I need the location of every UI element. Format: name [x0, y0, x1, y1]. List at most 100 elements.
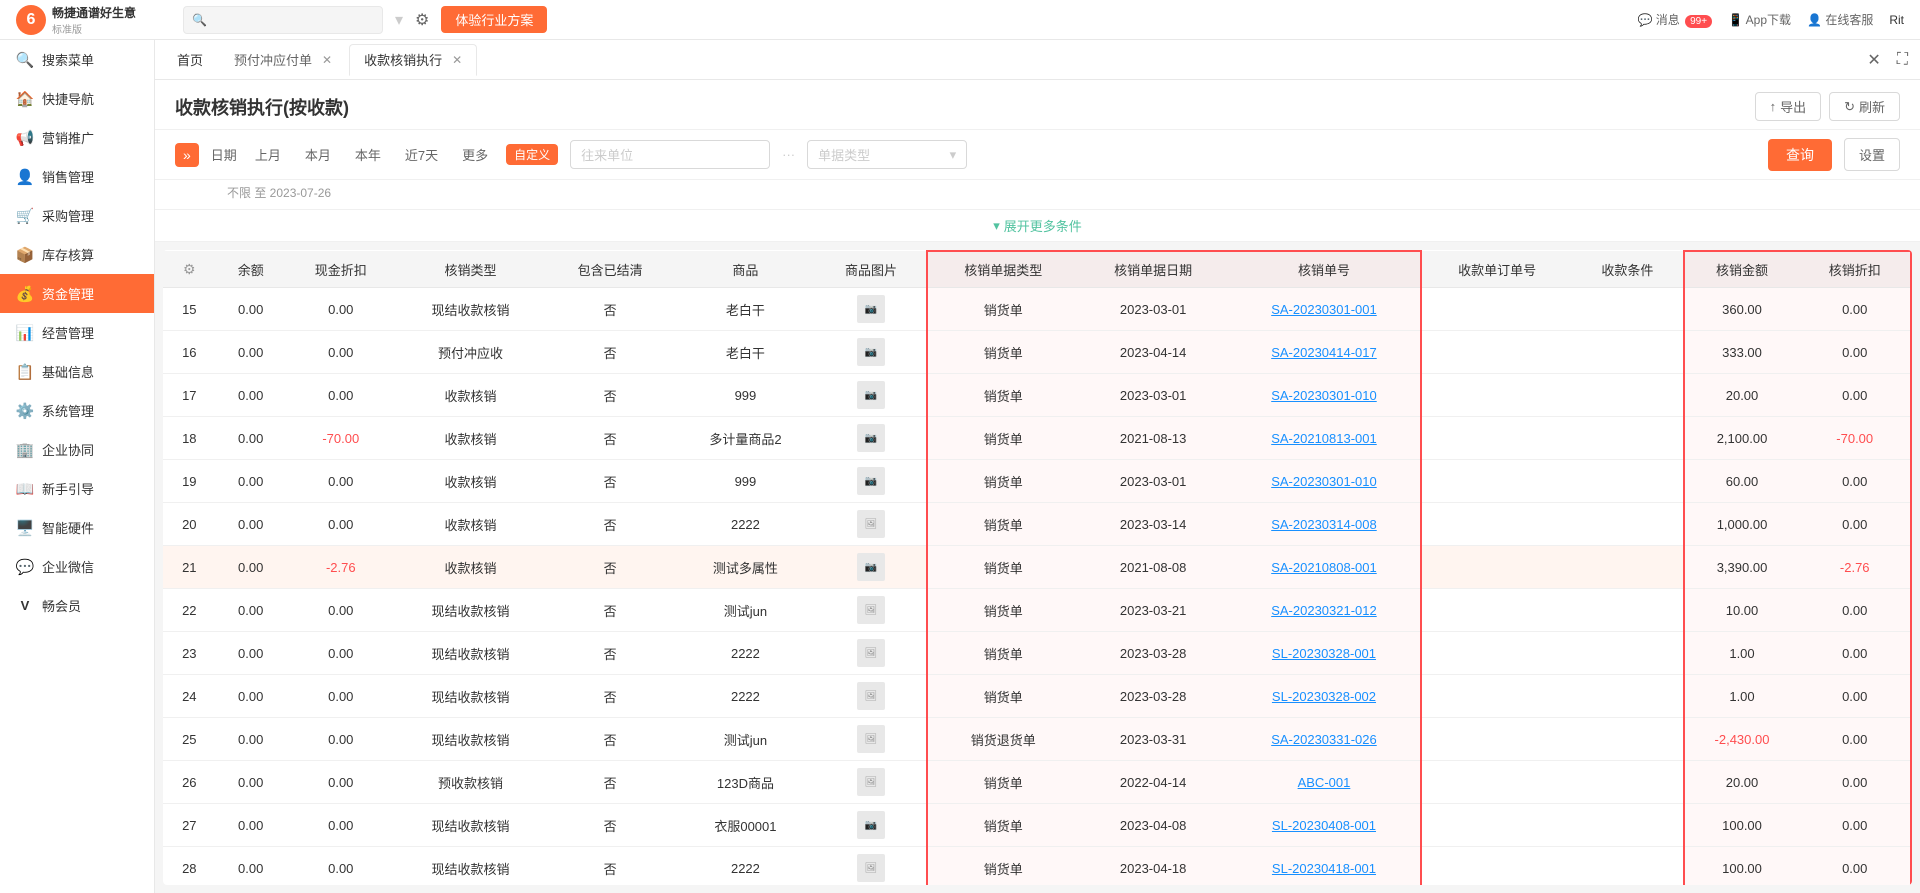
cell-cancel-bill-no[interactable]: SL-20230328-001: [1228, 632, 1421, 675]
settings-icon[interactable]: ⚙: [415, 10, 429, 30]
cell-num: 21: [163, 546, 216, 589]
table-row: 27 0.00 0.00 现结收款核销 否 衣服00001 📷 销货单 2023…: [163, 804, 1911, 847]
cell-product-img: 📷: [816, 460, 927, 503]
sidebar-item-quicknav[interactable]: 🏠 快捷导航: [0, 79, 154, 118]
trial-btn[interactable]: 体验行业方案: [441, 6, 547, 33]
sidebar-item-member[interactable]: V 畅会员: [0, 586, 154, 625]
table-row: 28 0.00 0.00 现结收款核销 否 2222 🖼 销货单 2023-04…: [163, 847, 1911, 886]
cell-cancel-bill-no[interactable]: SA-20230331-026: [1228, 718, 1421, 761]
cell-cancel-bill-no[interactable]: SA-20230414-017: [1228, 331, 1421, 374]
cell-product-img: 🖼: [816, 632, 927, 675]
online-service-link[interactable]: 👤 在线客服: [1807, 11, 1873, 28]
refresh-icon: ↻: [1844, 99, 1855, 115]
cell-product-img: 📷: [816, 417, 927, 460]
cell-num: 16: [163, 331, 216, 374]
tab-home[interactable]: 首页: [163, 44, 217, 76]
filter-custom-btn[interactable]: 自定义: [506, 144, 558, 165]
th-settings[interactable]: ⚙: [163, 251, 216, 288]
filter-more-btn[interactable]: 更多: [456, 143, 494, 166]
cell-cancel-discount: 0.00: [1799, 761, 1911, 804]
cell-cancel-amount: 360.00: [1684, 288, 1800, 331]
tab-expand-btn[interactable]: ⛶: [1893, 47, 1912, 73]
cell-cancel-bill-no[interactable]: SA-20230321-012: [1228, 589, 1421, 632]
cell-receipt-condition: [1572, 503, 1683, 546]
app-download-link[interactable]: 📱 App下载: [1728, 11, 1791, 28]
cell-product: 测试多属性: [675, 546, 816, 589]
filter-this-year-btn[interactable]: 本年: [349, 143, 387, 166]
top-search-bar[interactable]: 🔍: [183, 6, 383, 34]
cell-cancel-bill-no[interactable]: ABC-001: [1228, 761, 1421, 804]
sidebar-label-operations: 经营管理: [42, 323, 94, 342]
sidebar-item-finance[interactable]: 💰 资金管理: [0, 274, 154, 313]
product-thumbnail: 🖼: [857, 510, 885, 538]
tab-receipt[interactable]: 收款核销执行 ✕: [349, 44, 477, 76]
cell-receipt-condition: [1572, 460, 1683, 503]
filter-last7-btn[interactable]: 近7天: [399, 143, 444, 166]
sidebar-item-hardware[interactable]: 🖥️ 智能硬件: [0, 508, 154, 547]
cell-cancel-type: 收款核销: [396, 503, 546, 546]
sidebar-item-wechat[interactable]: 💬 企业微信: [0, 547, 154, 586]
sidebar-item-basic[interactable]: 📋 基础信息: [0, 352, 154, 391]
cell-receipt-order-no: [1421, 374, 1572, 417]
cell-num: 26: [163, 761, 216, 804]
cell-cancel-bill-no[interactable]: SL-20230408-001: [1228, 804, 1421, 847]
sidebar-item-system[interactable]: ⚙️ 系统管理: [0, 391, 154, 430]
expand-more-btn[interactable]: ▾ 展开更多条件: [993, 216, 1082, 235]
cell-cancel-bill-no[interactable]: SA-20230301-010: [1228, 374, 1421, 417]
query-btn[interactable]: 查询: [1768, 139, 1832, 171]
cell-receipt-order-no: [1421, 503, 1572, 546]
tab-home-label: 首页: [177, 50, 203, 69]
cell-cancel-bill-no[interactable]: SA-20230301-001: [1228, 288, 1421, 331]
refresh-btn[interactable]: ↻ 刷新: [1829, 92, 1900, 121]
filter-toggle-btn[interactable]: »: [175, 143, 199, 167]
cell-balance: 0.00: [216, 288, 286, 331]
sidebar-item-search[interactable]: 🔍 搜索菜单: [0, 40, 154, 79]
cell-receipt-condition: [1572, 589, 1683, 632]
cell-include-settled: 否: [545, 331, 675, 374]
cell-cancel-bill-type: 销货单: [927, 589, 1078, 632]
product-thumbnail: 🖼: [857, 768, 885, 796]
cell-cancel-discount: 0.00: [1799, 288, 1911, 331]
column-settings-icon[interactable]: ⚙: [183, 261, 196, 277]
table-area[interactable]: ⚙ 余额 现金折扣 核销类型 包含已结清 商品 商品图片 核销单据类型 核销单据…: [163, 250, 1912, 885]
sidebar-item-purchase[interactable]: 🛒 采购管理: [0, 196, 154, 235]
cell-cancel-bill-no[interactable]: SA-20210813-001: [1228, 417, 1421, 460]
filter-type-select[interactable]: 单据类型 ▾: [807, 140, 967, 169]
filter-unit-input[interactable]: 往来单位: [570, 140, 770, 169]
tab-receipt-close[interactable]: ✕: [452, 53, 462, 67]
th-product: 商品: [675, 251, 816, 288]
sidebar-item-marketing[interactable]: 📢 营销推广: [0, 118, 154, 157]
tab-close-btn[interactable]: ✕: [1863, 46, 1884, 74]
sidebar-label-inventory: 库存核算: [42, 245, 94, 264]
tab-prepay-close[interactable]: ✕: [322, 53, 332, 67]
cell-cancel-bill-no[interactable]: SL-20230328-002: [1228, 675, 1421, 718]
filter-last-month-btn[interactable]: 上月: [249, 143, 287, 166]
sidebar-item-enterprise[interactable]: 🏢 企业协同: [0, 430, 154, 469]
sidebar-item-operations[interactable]: 📊 经营管理: [0, 313, 154, 352]
cell-receipt-condition: [1572, 761, 1683, 804]
filter-this-month-btn[interactable]: 本月: [299, 143, 337, 166]
cell-receipt-order-no: [1421, 417, 1572, 460]
cell-cash-discount: -2.76: [286, 546, 396, 589]
cell-receipt-condition: [1572, 374, 1683, 417]
cell-cancel-bill-no[interactable]: SA-20210808-001: [1228, 546, 1421, 589]
cell-receipt-condition: [1572, 804, 1683, 847]
filter-dots: ···: [782, 147, 795, 162]
cell-product: 多计量商品2: [675, 417, 816, 460]
dropdown-arrow[interactable]: ▾: [395, 10, 403, 30]
cell-product-img: 🖼: [816, 503, 927, 546]
tab-prepay[interactable]: 预付冲应付单 ✕: [219, 44, 347, 76]
cell-cancel-bill-no[interactable]: SA-20230301-010: [1228, 460, 1421, 503]
export-btn[interactable]: ↑ 导出: [1755, 92, 1822, 121]
message-link[interactable]: 💬 消息 99+: [1637, 11, 1712, 28]
cell-include-settled: 否: [545, 675, 675, 718]
settings-btn[interactable]: 设置: [1844, 138, 1900, 171]
sidebar-item-guide[interactable]: 📖 新手引导: [0, 469, 154, 508]
cell-cancel-bill-no[interactable]: SL-20230418-001: [1228, 847, 1421, 886]
sidebar-item-sales[interactable]: 👤 销售管理: [0, 157, 154, 196]
cell-cancel-bill-no[interactable]: SA-20230314-008: [1228, 503, 1421, 546]
sidebar-item-inventory[interactable]: 📦 库存核算: [0, 235, 154, 274]
cell-include-settled: 否: [545, 460, 675, 503]
hardware-icon: 🖥️: [16, 519, 34, 537]
cell-cancel-amount: 60.00: [1684, 460, 1800, 503]
